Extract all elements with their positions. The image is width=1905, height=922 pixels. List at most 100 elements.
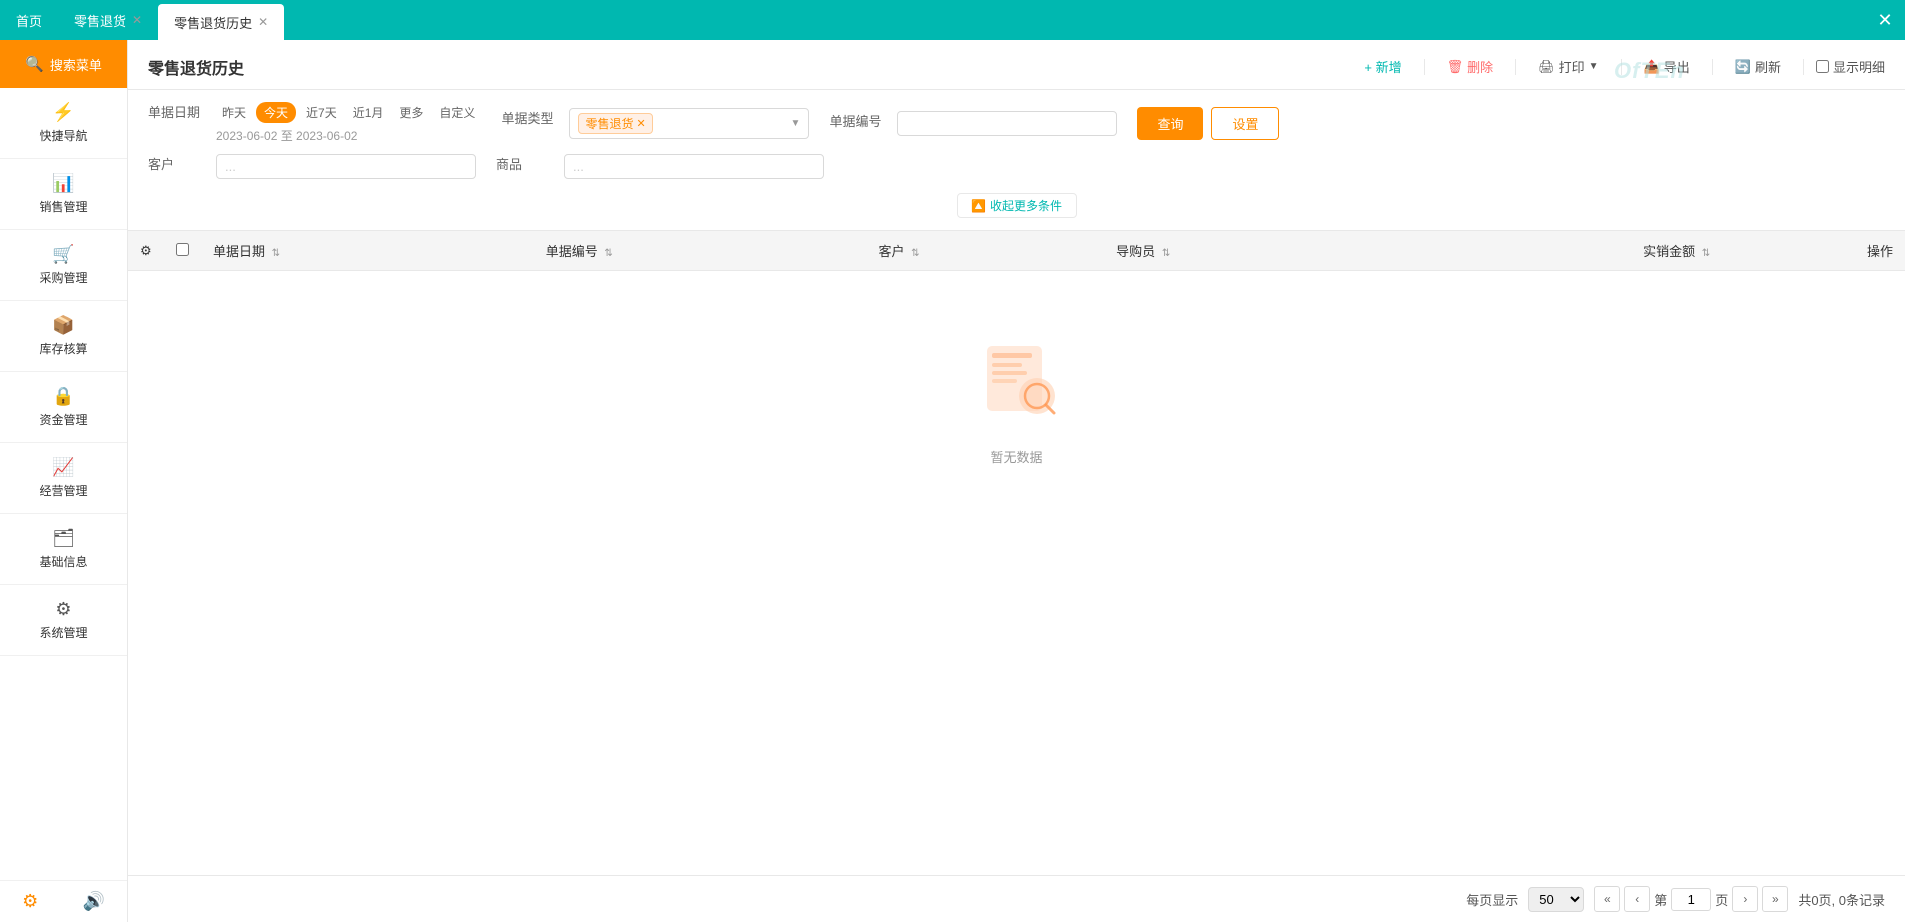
volume-icon[interactable]: 🔊 xyxy=(82,891,104,912)
th-number-sort-icon: ⇅ xyxy=(604,248,612,259)
th-guide-sort-icon: ⇅ xyxy=(1162,248,1170,259)
table-header-row: ⚙ 单据日期 ⇅ 单据编号 ⇅ 客户 ⇅ xyxy=(128,231,1905,271)
sidebar: 🔍 搜索菜单 ⚡ 快捷导航 📊 销售管理 🛒 采购管理 📦 库存核算 🔒 资金管… xyxy=(0,40,128,922)
window-close-button[interactable]: ✕ xyxy=(1865,0,1905,40)
sidebar-item-inventory[interactable]: 📦 库存核算 xyxy=(0,301,127,372)
sidebar-item-sales-mgmt[interactable]: 📊 销售管理 xyxy=(0,159,127,230)
first-page-button[interactable]: « xyxy=(1594,886,1620,912)
pagination-bar: 每页显示 50 100 200 « ‹ 第 页 › » 共0页, 0条记录 xyxy=(128,875,1905,922)
sidebar-item-finance[interactable]: 🔒 资金管理 xyxy=(0,372,127,443)
filter-settings-button[interactable]: 设置 xyxy=(1211,107,1279,140)
sidebar-item-operations-label: 经营管理 xyxy=(39,482,87,499)
sidebar-item-basic-info-label: 基础信息 xyxy=(39,553,87,570)
settings-bottom-icon[interactable]: ⚙ xyxy=(22,891,38,912)
sidebar-item-operations[interactable]: 📈 经营管理 xyxy=(0,443,127,514)
filter-area: 单据日期 昨天 今天 近7天 近1月 更多 自定义 2023-06-02 至 2… xyxy=(128,90,1905,231)
th-checkbox[interactable] xyxy=(164,231,201,271)
th-customer-sort-icon: ⇅ xyxy=(911,248,919,259)
export-icon: 📤 xyxy=(1644,59,1660,75)
th-date[interactable]: 单据日期 ⇅ xyxy=(201,231,534,271)
customer-input[interactable]: ... xyxy=(216,154,476,179)
toolbar-divider-4 xyxy=(1712,59,1713,75)
collapse-filters-button[interactable]: 🔼 收起更多条件 xyxy=(957,193,1077,218)
th-customer[interactable]: 客户 ⇅ xyxy=(866,231,1104,271)
date-btn-today[interactable]: 今天 xyxy=(256,102,296,123)
goods-input[interactable]: ... xyxy=(564,154,824,179)
tab-retail-return-history[interactable]: 零售退货历史 ✕ xyxy=(158,4,284,40)
date-btn-more[interactable]: 更多 xyxy=(393,102,429,123)
th-amount[interactable]: 实销金额 ⇅ xyxy=(1389,231,1722,271)
toolbar-divider-1 xyxy=(1424,59,1425,75)
basic-info-icon: 🗂 xyxy=(52,528,75,549)
doc-type-tag-close[interactable]: ✕ xyxy=(636,117,645,130)
filter-row-2: 客户 ... 商品 ... xyxy=(148,154,1885,179)
sidebar-item-basic-info[interactable]: 🗂 基础信息 xyxy=(0,514,127,585)
sidebar-search-label: 搜索菜单 xyxy=(50,55,102,74)
date-btn-7days[interactable]: 近7天 xyxy=(300,102,343,123)
purchase-icon: 🛒 xyxy=(52,244,74,265)
goods-label: 商品 xyxy=(496,154,556,173)
content-area: 零售退货历史 + 新增 🗑 删除 🖨 打印 ▼ 📤 xyxy=(128,40,1905,922)
last-page-button[interactable]: » xyxy=(1762,886,1788,912)
doc-number-input[interactable] xyxy=(897,111,1117,136)
page-title: 零售退货历史 xyxy=(148,55,244,79)
quick-nav-icon: ⚡ xyxy=(52,102,74,123)
tab-retail-return[interactable]: 零售退货 ✕ xyxy=(58,0,158,40)
delete-button-label: 删除 xyxy=(1467,57,1493,76)
new-button[interactable]: + 新增 xyxy=(1354,52,1411,81)
sidebar-item-purchase-mgmt[interactable]: 🛒 采购管理 xyxy=(0,230,127,301)
th-settings[interactable]: ⚙ xyxy=(128,231,164,271)
sidebar-search[interactable]: 🔍 搜索菜单 xyxy=(0,40,127,88)
sidebar-item-purchase-label: 采购管理 xyxy=(39,269,87,286)
page-number-input[interactable] xyxy=(1671,888,1711,911)
sidebar-item-quick-nav[interactable]: ⚡ 快捷导航 xyxy=(0,88,127,159)
sidebar-item-inventory-label: 库存核算 xyxy=(39,340,87,357)
main-layout: 🔍 搜索菜单 ⚡ 快捷导航 📊 销售管理 🛒 采购管理 📦 库存核算 🔒 资金管… xyxy=(0,40,1905,922)
action-buttons: 查询 设置 xyxy=(1137,107,1279,140)
export-button[interactable]: 📤 导出 xyxy=(1634,52,1700,81)
tab-home[interactable]: 首页 xyxy=(0,0,58,40)
doc-type-tag-label: 零售退货 xyxy=(585,115,633,132)
th-guide[interactable]: 导购员 ⇅ xyxy=(1104,231,1389,271)
total-records: 共0页, 0条记录 xyxy=(1798,890,1885,909)
toolbar: + 新增 🗑 删除 🖨 打印 ▼ 📤 导出 xyxy=(1354,52,1885,81)
filter-row-1: 单据日期 昨天 今天 近7天 近1月 更多 自定义 2023-06-02 至 2… xyxy=(148,102,1885,144)
date-btn-yesterday[interactable]: 昨天 xyxy=(216,102,252,123)
print-chevron-icon: ▼ xyxy=(1589,61,1599,72)
delete-button[interactable]: 🗑 删除 xyxy=(1437,52,1504,81)
refresh-button[interactable]: 🔄 刷新 xyxy=(1725,52,1791,81)
doc-number-label: 单据编号 xyxy=(829,111,889,130)
date-filter-col: 昨天 今天 近7天 近1月 更多 自定义 2023-06-02 至 2023-0… xyxy=(216,102,481,144)
customer-filter-group: 客户 ... xyxy=(148,154,476,179)
query-button[interactable]: 查询 xyxy=(1137,107,1203,140)
show-detail-checkbox[interactable] xyxy=(1816,60,1829,73)
print-icon: 🖨 xyxy=(1538,59,1555,75)
print-button[interactable]: 🖨 打印 ▼ xyxy=(1528,52,1608,81)
sidebar-item-system[interactable]: ⚙ 系统管理 xyxy=(0,585,127,656)
th-action-label: 操作 xyxy=(1867,244,1893,259)
export-button-label: 导出 xyxy=(1664,57,1690,76)
tab-retail-return-history-label: 零售退货历史 xyxy=(174,13,252,32)
page-size-select[interactable]: 50 100 200 xyxy=(1528,887,1584,912)
date-btn-custom[interactable]: 自定义 xyxy=(433,102,481,123)
date-range-display: 2023-06-02 至 2023-06-02 xyxy=(216,127,481,144)
doc-type-label: 单据类型 xyxy=(501,108,561,127)
refresh-button-label: 刷新 xyxy=(1755,57,1781,76)
operations-icon: 📈 xyxy=(52,457,74,478)
date-filter-group: 单据日期 昨天 今天 近7天 近1月 更多 自定义 2023-06-02 至 2… xyxy=(148,102,481,144)
doc-type-select[interactable]: 零售退货 ✕ ▼ xyxy=(569,108,809,139)
show-detail-checkbox-label[interactable]: 显示明细 xyxy=(1816,57,1885,76)
finance-icon: 🔒 xyxy=(52,386,74,407)
sidebar-item-system-label: 系统管理 xyxy=(39,624,87,641)
prev-page-button[interactable]: ‹ xyxy=(1624,886,1650,912)
next-page-button[interactable]: › xyxy=(1732,886,1758,912)
tab-retail-return-close[interactable]: ✕ xyxy=(132,13,142,27)
sales-icon: 📊 xyxy=(52,173,74,194)
select-all-checkbox[interactable] xyxy=(176,243,189,256)
empty-state-icon xyxy=(967,331,1067,431)
date-btn-1month[interactable]: 近1月 xyxy=(347,102,390,123)
th-date-label: 单据日期 xyxy=(213,244,265,259)
th-number[interactable]: 单据编号 ⇅ xyxy=(534,231,867,271)
tab-retail-return-history-close[interactable]: ✕ xyxy=(258,15,268,29)
toolbar-divider-5 xyxy=(1803,59,1804,75)
